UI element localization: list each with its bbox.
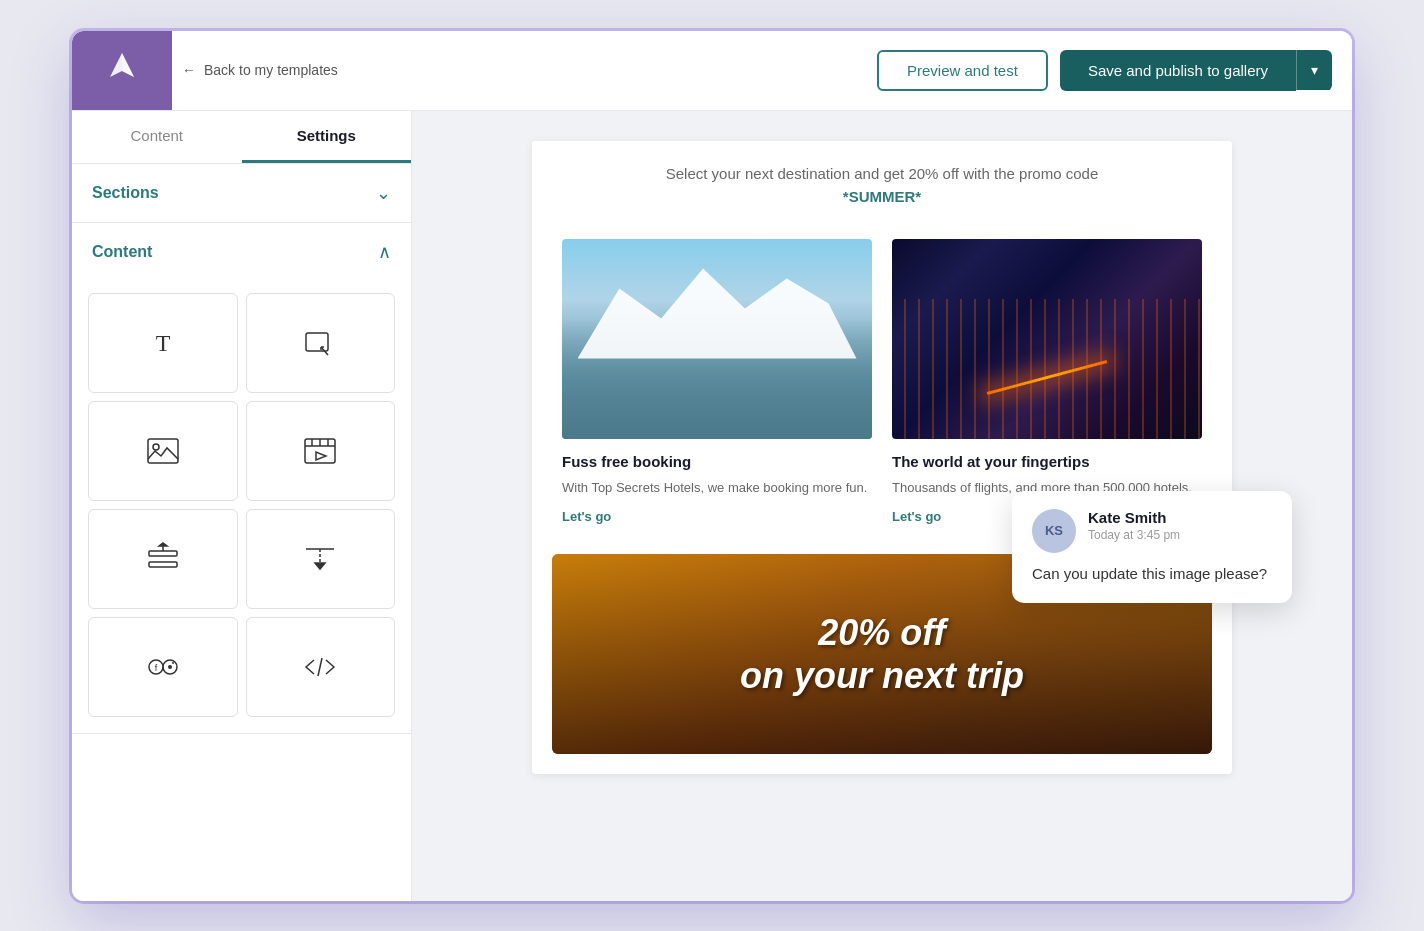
content-section: Content ∧ T bbox=[72, 223, 411, 734]
app-wrapper: ← Back to my templates Preview and test … bbox=[72, 31, 1352, 901]
svg-marker-21 bbox=[315, 563, 325, 569]
svg-point-25 bbox=[168, 665, 172, 669]
header: ← Back to my templates Preview and test … bbox=[72, 31, 1352, 111]
preview-area[interactable]: Select your next destination and get 20%… bbox=[412, 111, 1352, 901]
logo-icon bbox=[104, 49, 140, 91]
svg-point-8 bbox=[153, 444, 159, 450]
chat-header: KS Kate Smith Today at 3:45 pm bbox=[1032, 509, 1272, 553]
svg-rect-15 bbox=[149, 551, 177, 556]
sidebar-tabs: Content Settings bbox=[72, 111, 411, 164]
social-icon: f bbox=[145, 649, 181, 685]
chat-notification: KS Kate Smith Today at 3:45 pm Can you u… bbox=[1012, 491, 1292, 604]
content-item-text[interactable]: T bbox=[88, 293, 238, 393]
svg-text:T: T bbox=[155, 330, 170, 356]
content-item-video[interactable] bbox=[246, 401, 396, 501]
content-item-image[interactable] bbox=[88, 401, 238, 501]
svg-rect-3 bbox=[306, 333, 328, 351]
sections-title: Sections bbox=[92, 184, 159, 202]
sidebar: Content Settings Sections ⌄ Content ∧ bbox=[72, 111, 412, 901]
content-item-divider[interactable] bbox=[88, 509, 238, 609]
logo-area bbox=[72, 31, 172, 111]
content-chevron-icon: ∧ bbox=[378, 241, 391, 263]
back-link[interactable]: ← Back to my templates bbox=[182, 62, 338, 78]
code-icon bbox=[302, 649, 338, 685]
sections-header[interactable]: Sections ⌄ bbox=[72, 164, 411, 222]
email-preview: Select your next destination and get 20%… bbox=[532, 141, 1232, 775]
content-title: Content bbox=[92, 243, 152, 261]
button-icon bbox=[302, 325, 338, 361]
feature-card-1: Fuss free booking With Top Secrets Hotel… bbox=[552, 229, 882, 535]
promo-big-line2: on your next trip bbox=[740, 654, 1024, 697]
promo-big-line1: 20% off bbox=[740, 611, 1024, 654]
content-item-social[interactable]: f bbox=[88, 617, 238, 717]
tab-content[interactable]: Content bbox=[72, 111, 242, 163]
svg-rect-7 bbox=[148, 439, 178, 463]
preview-button[interactable]: Preview and test bbox=[877, 50, 1048, 91]
chat-meta: Kate Smith Today at 3:45 pm bbox=[1088, 509, 1272, 542]
header-actions: Preview and test Save and publish to gal… bbox=[877, 50, 1332, 91]
svg-point-26 bbox=[172, 662, 174, 664]
spacer-icon bbox=[302, 541, 338, 577]
svg-marker-14 bbox=[316, 452, 326, 460]
promo-banner-bottom-text: 20% off on your next trip bbox=[740, 611, 1024, 697]
publish-button-group: Save and publish to gallery ▾ bbox=[1060, 50, 1332, 91]
feature-image-city bbox=[892, 239, 1202, 439]
text-icon: T bbox=[145, 325, 181, 361]
main-layout: Content Settings Sections ⌄ Content ∧ bbox=[72, 111, 1352, 901]
tab-settings[interactable]: Settings bbox=[242, 111, 412, 163]
chat-message: Can you update this image please? bbox=[1032, 563, 1272, 586]
content-item-code[interactable] bbox=[246, 617, 396, 717]
feature1-link[interactable]: Let's go bbox=[562, 509, 872, 524]
sections-section: Sections ⌄ bbox=[72, 164, 411, 223]
svg-marker-1 bbox=[122, 53, 134, 77]
video-icon bbox=[302, 433, 338, 469]
feature1-title: Fuss free booking bbox=[562, 453, 872, 470]
promo-code: *SUMMER* bbox=[552, 188, 1212, 205]
chat-name: Kate Smith bbox=[1088, 509, 1272, 526]
divider-icon bbox=[145, 541, 181, 577]
publish-main-button[interactable]: Save and publish to gallery bbox=[1060, 50, 1296, 91]
svg-text:f: f bbox=[154, 663, 157, 673]
avatar: KS bbox=[1032, 509, 1076, 553]
back-arrow-icon: ← bbox=[182, 62, 196, 78]
content-header[interactable]: Content ∧ bbox=[72, 223, 411, 281]
publish-dropdown-button[interactable]: ▾ bbox=[1296, 50, 1332, 90]
feature1-desc: With Top Secrets Hotels, we make booking… bbox=[562, 478, 872, 498]
feature2-title: The world at your fingertips bbox=[892, 453, 1202, 470]
promo-banner-top: Select your next destination and get 20%… bbox=[532, 141, 1232, 229]
feature-image-glacier bbox=[562, 239, 872, 439]
content-grid: T bbox=[72, 281, 411, 733]
chat-time: Today at 3:45 pm bbox=[1088, 528, 1272, 542]
back-link-text: Back to my templates bbox=[204, 62, 338, 78]
image-icon bbox=[145, 433, 181, 469]
content-item-spacer[interactable] bbox=[246, 509, 396, 609]
svg-line-27 bbox=[318, 658, 322, 676]
content-item-button[interactable] bbox=[246, 293, 396, 393]
svg-rect-16 bbox=[149, 562, 177, 567]
promo-text: Select your next destination and get 20%… bbox=[552, 165, 1212, 182]
svg-marker-18 bbox=[159, 543, 167, 546]
feature-card-2: The world at your fingertips Thousands o… bbox=[882, 229, 1212, 535]
sections-chevron-icon: ⌄ bbox=[376, 182, 391, 204]
